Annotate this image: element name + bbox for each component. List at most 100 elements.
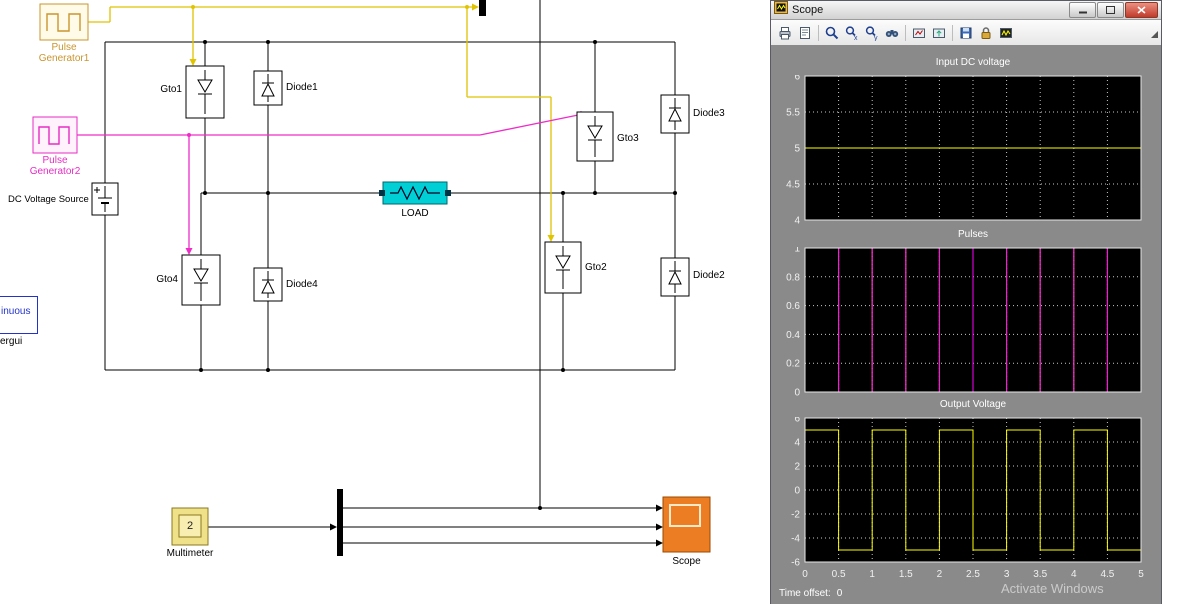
gto3-block[interactable]	[576, 111, 614, 162]
plot-area[interactable]: 6 5.5 5 4.5 4	[771, 75, 1161, 224]
pulse-generator1-label-line1: Pulse	[51, 42, 77, 53]
minimize-button[interactable]	[1069, 2, 1096, 18]
diode1-block[interactable]	[253, 70, 283, 106]
scope-window: Scope xy Input DC voltage 6 5.5 5 4.5 4 Pulse…	[770, 0, 1162, 604]
load-label: LOAD	[401, 208, 429, 219]
y-tick-label: 0	[794, 388, 800, 397]
y-tick-label: 4	[794, 438, 800, 449]
toolbar-separator	[818, 25, 819, 41]
powergui-label: ergui	[0, 336, 23, 347]
y-tick-label: 0.6	[786, 301, 800, 312]
diode3-label: Diode3	[693, 108, 725, 119]
pulse-generator1-label-line2: Generator1	[38, 53, 90, 64]
scope-plot-canvas: Input DC voltage 6 5.5 5 4.5 4 Pulses 1 0.8 0.6 0…	[771, 45, 1161, 604]
mux-bar[interactable]	[337, 489, 343, 556]
gto3-label: Gto3	[617, 133, 639, 144]
x-tick-label: 1	[869, 569, 875, 580]
x-tick-label: 0	[802, 569, 808, 580]
zoom-x-icon[interactable]: x	[842, 23, 862, 43]
y-tick-label: 1	[794, 247, 800, 255]
print-icon[interactable]	[775, 23, 795, 43]
scope-titlebar[interactable]: Scope	[771, 1, 1161, 20]
x-tick-label: 0.5	[832, 569, 846, 580]
model-wiring	[32, 0, 711, 556]
autoscale-icon[interactable]	[882, 23, 902, 43]
diode4-block[interactable]	[253, 267, 283, 302]
save-axes-icon[interactable]	[909, 23, 929, 43]
y-tick-label: 4.5	[786, 180, 800, 191]
plot-area[interactable]: 1 0.8 0.6 0.4 0.2 0	[771, 247, 1161, 396]
svg-text:y: y	[874, 35, 878, 41]
pulse-generator2-block[interactable]	[32, 116, 78, 154]
activate-windows-watermark: Activate Windows	[1001, 581, 1104, 596]
y-tick-label: -2	[791, 510, 800, 521]
top-mux-bar[interactable]	[479, 0, 486, 16]
diode1-label: Diode1	[286, 82, 318, 93]
x-tick-label: 3.5	[1033, 569, 1047, 580]
powergui-text: inuous	[1, 306, 31, 317]
dc-voltage-source-label: DC Voltage Source	[8, 194, 89, 205]
y-tick-label: 0.8	[786, 272, 800, 283]
parameters-icon[interactable]	[795, 23, 815, 43]
diode2-block[interactable]	[660, 257, 690, 297]
y-tick-label: 4	[794, 216, 800, 225]
scope-toolbar: xy	[771, 20, 1161, 47]
lock-axes-icon[interactable]	[976, 23, 996, 43]
x-tick-label: 5	[1138, 569, 1144, 580]
maximize-button[interactable]	[1097, 2, 1124, 18]
gto4-label: Gto4	[156, 274, 178, 285]
chart-pulses[interactable]: Pulses 1 0.8 0.6 0.4 0.2 0	[771, 229, 1161, 396]
time-offset: Time offset: 0	[779, 588, 848, 599]
chart-title: Input DC voltage	[935, 57, 1011, 68]
diode2-label: Diode2	[693, 270, 725, 281]
floating-scope-icon[interactable]	[996, 23, 1016, 43]
gto1-block[interactable]	[185, 65, 225, 119]
plot-area[interactable]: 6420-2-4-60 0.5 1 1.5 2 2.5 3 3.5 4 4.5 5	[771, 417, 1161, 587]
diode4-label: Diode4	[286, 279, 318, 290]
load-block[interactable]	[379, 181, 451, 205]
restore-axes-icon[interactable]	[929, 23, 949, 43]
time-offset-value: 0	[836, 588, 843, 599]
scope-block[interactable]	[662, 496, 711, 553]
x-tick-label: 1.5	[899, 569, 913, 580]
gto2-block[interactable]	[544, 241, 582, 294]
gto1-label: Gto1	[160, 84, 182, 95]
pulse-generator2-label-line2: Generator2	[29, 166, 81, 177]
gto2-label: Gto2	[585, 262, 607, 273]
zoom-y-icon[interactable]: y	[862, 23, 882, 43]
toolbar-separator	[905, 25, 906, 41]
load-port-left	[379, 190, 385, 196]
toolbar-icons: xy	[775, 23, 1016, 43]
gto4-block[interactable]	[181, 254, 221, 306]
simulink-model-canvas: Pulse Generator1 Pulse Generator2 DC Vol…	[0, 0, 770, 604]
multimeter-label: Multimeter	[166, 548, 214, 559]
y-tick-label: 5	[794, 144, 800, 155]
chart-title: Output Voltage	[939, 399, 1007, 410]
close-button[interactable]	[1125, 2, 1158, 18]
y-tick-label: 2	[794, 462, 800, 473]
x-tick-label: 2.5	[966, 569, 980, 580]
y-tick-label: -4	[791, 534, 800, 545]
x-tick-label: 2	[937, 569, 943, 580]
diode3-block[interactable]	[660, 94, 690, 134]
load-port-right	[445, 190, 451, 196]
x-tick-label: 4.5	[1100, 569, 1114, 580]
y-tick-label: 0.2	[786, 359, 800, 370]
x-tick-label: 3	[1004, 569, 1010, 580]
toolbar-separator	[952, 25, 953, 41]
scope-block-label: Scope	[672, 556, 701, 567]
pulse-generator1-block[interactable]	[39, 3, 89, 41]
svg-text:x: x	[854, 35, 858, 41]
y-tick-label: 5.5	[786, 108, 800, 119]
dc-voltage-source-block[interactable]	[91, 182, 119, 216]
chart-title: Pulses	[957, 229, 988, 240]
window-title: Scope	[792, 4, 824, 16]
toolbar-overflow-button[interactable]	[1151, 25, 1158, 43]
zoom-icon[interactable]	[822, 23, 842, 43]
scope-app-icon	[774, 1, 788, 19]
chart-input-dc-voltage[interactable]: Input DC voltage 6 5.5 5 4.5 4	[771, 57, 1161, 224]
time-offset-label: Time offset:	[779, 588, 831, 599]
chart-output-voltage[interactable]: Output Voltage 6 4 2 0 -2 -4 -6 0 0.5 1 1.5 2 2.5 3 3.5…	[771, 399, 1161, 587]
save-data-icon[interactable]	[956, 23, 976, 43]
x-tick-label: 4	[1071, 569, 1077, 580]
